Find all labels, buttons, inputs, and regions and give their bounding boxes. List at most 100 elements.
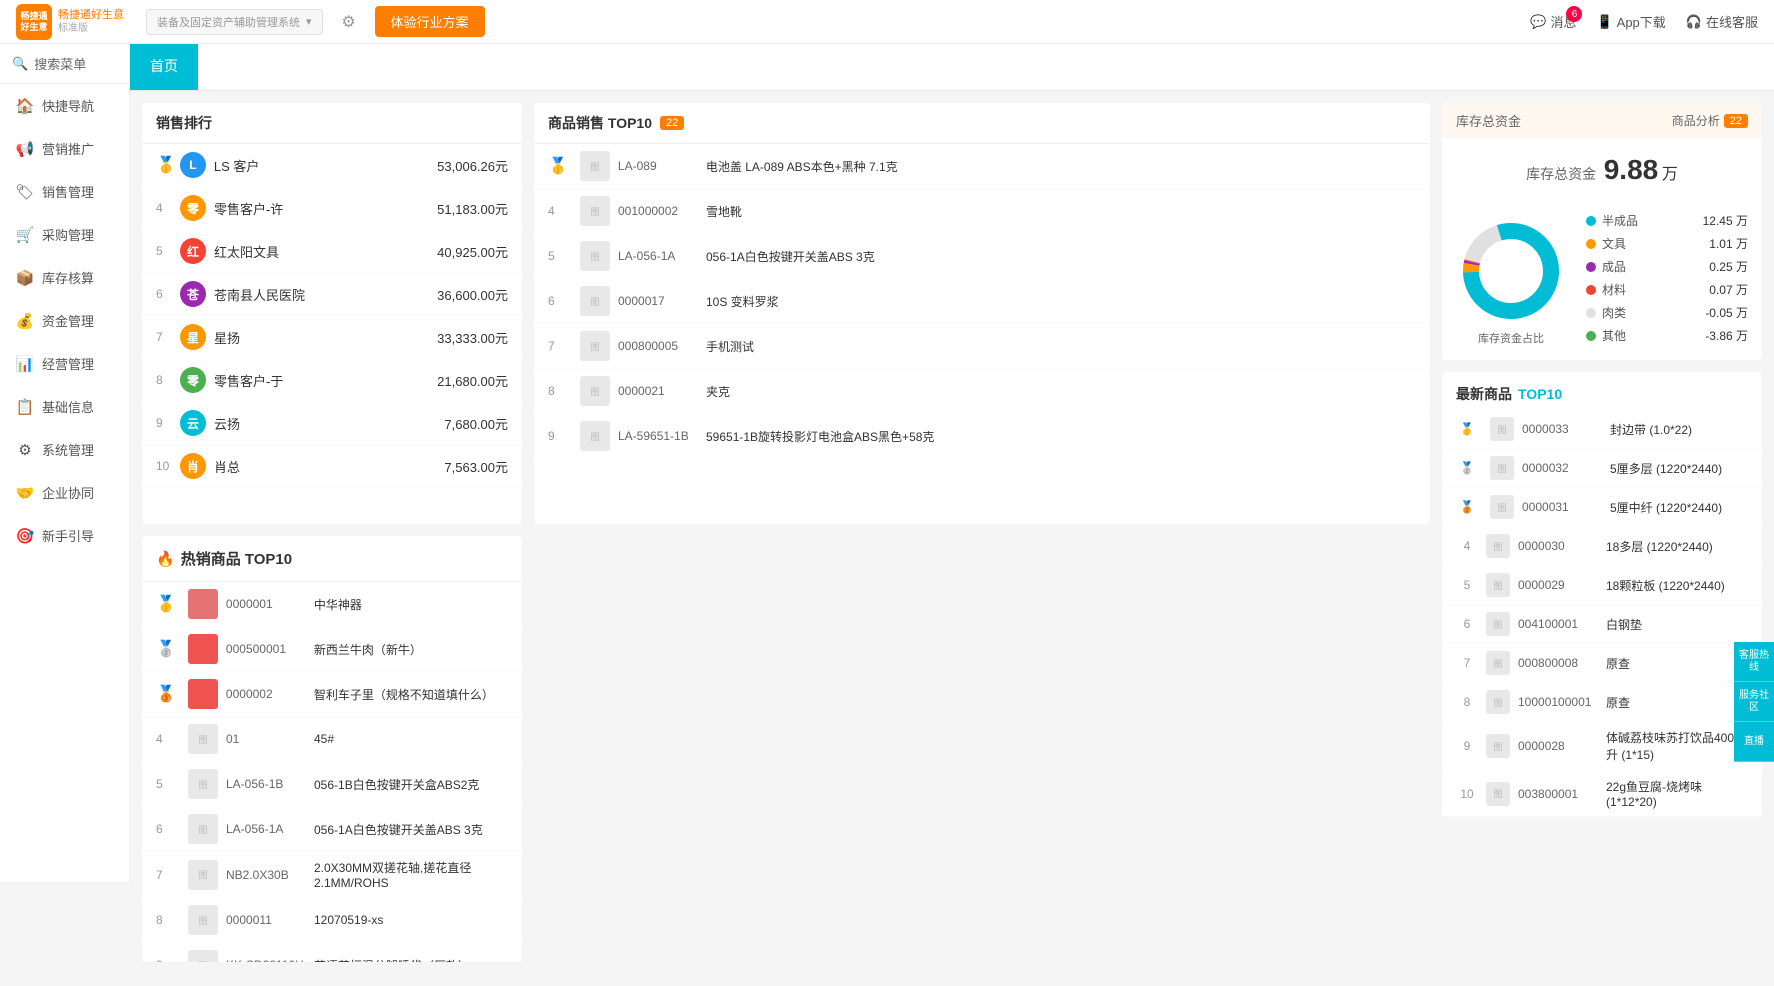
list-item: 7 图 000800005 手机测试 bbox=[534, 324, 1430, 369]
avatar: 苍 bbox=[180, 281, 206, 307]
page-tabs: 首页 bbox=[130, 44, 1774, 90]
rank-medal: 🥇 bbox=[1456, 422, 1478, 436]
product-image-placeholder: 图 bbox=[1486, 612, 1510, 636]
sidebar-item-home[interactable]: 🏠 快捷导航 bbox=[0, 84, 129, 127]
legend-dot-other bbox=[1586, 331, 1596, 341]
system-selector[interactable]: 装备及固定资产辅助管理系统 ▾ bbox=[146, 9, 323, 35]
tab-home[interactable]: 首页 bbox=[130, 44, 198, 90]
list-item: 🥇 0000001 中华神器 bbox=[142, 582, 522, 627]
product-image-placeholder: 图 bbox=[1490, 417, 1514, 441]
list-item: 6 图 LA-056-1A 056-1A白色按键开关盖ABS 3克 bbox=[142, 807, 522, 852]
list-item: 9 图 LA-59651-1B 59651-1B旋转投影灯电池盒ABS黑色+58… bbox=[534, 414, 1430, 459]
float-live[interactable]: 直播 bbox=[1734, 722, 1774, 762]
legend-item: 文具 1.01 万 bbox=[1586, 235, 1748, 252]
list-item: 6 图 004100001 白钢垫 bbox=[1442, 605, 1762, 644]
chart-label: 库存资金占比 bbox=[1456, 330, 1566, 346]
sidebar-search[interactable]: 🔍 搜索菜单 bbox=[0, 44, 129, 84]
sidebar-item-system[interactable]: ⚙ 系统管理 bbox=[0, 428, 129, 471]
inventory-legend: 半成品 12.45 万 文具 1.01 万 成品 0.25 万 bbox=[1586, 212, 1748, 350]
list-item: 🥈 000500001 新西兰牛肉（新牛） bbox=[142, 627, 522, 672]
list-item: 7 星 星扬 33,333.00元 bbox=[142, 316, 522, 359]
hot-products-title: 🔥 热销商品 TOP10 bbox=[142, 536, 522, 582]
product-image-placeholder: 图 bbox=[188, 950, 218, 962]
right-column: 库存总资金 商品分析 22 库存总资金 9.88 万 bbox=[1442, 103, 1762, 974]
sidebar-item-guide[interactable]: 🎯 新手引导 bbox=[0, 514, 129, 557]
settings-icon[interactable]: ⚙ bbox=[335, 8, 363, 36]
customer-ranking-title: 销售排行 bbox=[156, 113, 212, 133]
top-products-mid-title: 商品销售 TOP10 bbox=[548, 113, 652, 133]
sidebar-item-enterprise[interactable]: 🤝 企业协同 bbox=[0, 471, 129, 514]
avatar: L bbox=[180, 152, 206, 178]
sidebar-item-operations[interactable]: 📊 经营管理 bbox=[0, 342, 129, 385]
product-image-placeholder: 图 bbox=[580, 151, 610, 181]
product-image-placeholder: 图 bbox=[1490, 456, 1514, 480]
inventory-card: 库存总资金 商品分析 22 库存总资金 9.88 万 bbox=[1442, 103, 1762, 360]
product-image-placeholder: 图 bbox=[1486, 534, 1510, 558]
hot-products-list: 🥇 0000001 中华神器 🥈 000500001 新西兰牛肉（新牛） 🥉 bbox=[142, 582, 522, 962]
online-service-btn[interactable]: 🎧 在线客服 bbox=[1686, 12, 1758, 31]
newest-products-title: 最新商品 TOP10 bbox=[1442, 372, 1762, 410]
marketing-icon: 📢 bbox=[16, 140, 34, 158]
top-products-mid-card: 商品销售 TOP10 22 🥇 图 LA-089 电池盖 LA-089 ABS本… bbox=[534, 103, 1430, 524]
sidebar-item-marketing[interactable]: 📢 营销推广 bbox=[0, 127, 129, 170]
sidebar-item-sales[interactable]: 🏷 销售管理 bbox=[0, 170, 129, 213]
product-image-placeholder: 图 bbox=[580, 241, 610, 271]
inventory-unit: 万 bbox=[1662, 166, 1678, 183]
rank-medal: 🥈 bbox=[1456, 461, 1478, 475]
avatar: 肖 bbox=[180, 453, 206, 479]
avatar: 零 bbox=[180, 195, 206, 221]
message-btn[interactable]: 💬 消息 6 bbox=[1530, 12, 1576, 31]
product-image bbox=[188, 679, 218, 709]
product-image-placeholder: 图 bbox=[580, 286, 610, 316]
list-item: 5 图 LA-056-1B 056-1B白色按键开关盒ABS2克 bbox=[142, 762, 522, 807]
product-image-placeholder: 图 bbox=[188, 860, 218, 890]
list-item: 7 图 NB2.0X30B 2.0X30MM双搓花轴,搓花直径2.1MM/ROH… bbox=[142, 852, 522, 898]
trial-button[interactable]: 体验行业方案 bbox=[375, 6, 485, 37]
system-icon: ⚙ bbox=[16, 441, 34, 459]
finance-icon: 💰 bbox=[16, 312, 34, 330]
left-column: 销售排行 🥇 L LS 客户 53,006.26元 4 零 零售客户-许 51,… bbox=[142, 103, 522, 974]
customer-ranking-list: 🥇 L LS 客户 53,006.26元 4 零 零售客户-许 51,183.0… bbox=[142, 144, 522, 524]
list-item: 5 红 红太阳文具 40,925.00元 bbox=[142, 230, 522, 273]
product-image bbox=[188, 589, 218, 619]
customer-ranking-card: 销售排行 🥇 L LS 客户 53,006.26元 4 零 零售客户-许 51,… bbox=[142, 103, 522, 524]
list-item: 6 苍 苍南县人民医院 36,600.00元 bbox=[142, 273, 522, 316]
rank-medal: 🥇 bbox=[156, 155, 176, 175]
app-download-btn[interactable]: 📱 App下载 bbox=[1596, 12, 1665, 31]
page-header: 首页 bbox=[130, 44, 1774, 91]
product-image-placeholder: 图 bbox=[1486, 782, 1510, 806]
inventory-label: 库存总资金 bbox=[1456, 111, 1521, 130]
list-item: 8 零 零售客户-于 21,680.00元 bbox=[142, 359, 522, 402]
sidebar-item-purchase[interactable]: 🛒 采购管理 bbox=[0, 213, 129, 256]
list-item: 8 图 10000100001 原查 bbox=[1442, 683, 1762, 722]
enterprise-icon: 🤝 bbox=[16, 484, 34, 502]
sidebar-item-basic-info[interactable]: 📋 基础信息 bbox=[0, 385, 129, 428]
logo-icon: 畅捷通好生意 bbox=[16, 4, 52, 40]
newest-products-card: 最新商品 TOP10 🥇 图 0000033 封边带 (1.0*22) 🥈 图 … bbox=[1442, 372, 1762, 817]
float-customer-service[interactable]: 客服热线 bbox=[1734, 642, 1774, 682]
list-item: 10 肖 肖总 7,563.00元 bbox=[142, 445, 522, 488]
rank-medal: 🥇 bbox=[548, 156, 568, 176]
product-image-placeholder: 图 bbox=[580, 331, 610, 361]
sidebar-item-inventory[interactable]: 📦 库存核算 bbox=[0, 256, 129, 299]
product-image bbox=[188, 634, 218, 664]
guide-icon: 🎯 bbox=[16, 527, 34, 545]
list-item: 9 图 KK-SD22110H 花语萌恒温分腿睡袋（厚款） bbox=[142, 943, 522, 962]
sidebar-item-finance[interactable]: 💰 资金管理 bbox=[0, 299, 129, 342]
legend-dot-material bbox=[1586, 285, 1596, 295]
product-image-placeholder: 图 bbox=[188, 769, 218, 799]
avatar: 零 bbox=[180, 367, 206, 393]
sidebar: 🔍 搜索菜单 🏠 快捷导航 📢 营销推广 🏷 销售管理 🛒 采购管理 📦 库存核… bbox=[0, 44, 130, 882]
list-item: 10 图 003800001 22g鱼豆腐-烧烤味 (1*12*20) bbox=[1442, 771, 1762, 817]
newest-products-list: 🥇 图 0000033 封边带 (1.0*22) 🥈 图 0000032 5厘多… bbox=[1442, 410, 1762, 817]
float-service-community[interactable]: 服务社区 bbox=[1734, 682, 1774, 722]
list-item: 🥇 图 0000033 封边带 (1.0*22) bbox=[1442, 410, 1762, 449]
hot-products-card: 🔥 热销商品 TOP10 🥇 0000001 中华神器 🥈 000500001 bbox=[142, 536, 522, 962]
legend-dot-finished bbox=[1586, 262, 1596, 272]
list-item: 9 图 0000028 体碱荔枝味苏打饮品400毫升 (1*15) bbox=[1442, 722, 1762, 771]
legend-item: 半成品 12.45 万 bbox=[1586, 212, 1748, 229]
legend-dot-meat bbox=[1586, 308, 1596, 318]
chevron-down-icon: ▾ bbox=[306, 15, 312, 28]
legend-item: 肉类 -0.05 万 bbox=[1586, 304, 1748, 321]
topbar: 畅捷通好生意 畅捷通好生意 标准版 装备及固定资产辅助管理系统 ▾ ⚙ 体验行业… bbox=[0, 0, 1774, 44]
